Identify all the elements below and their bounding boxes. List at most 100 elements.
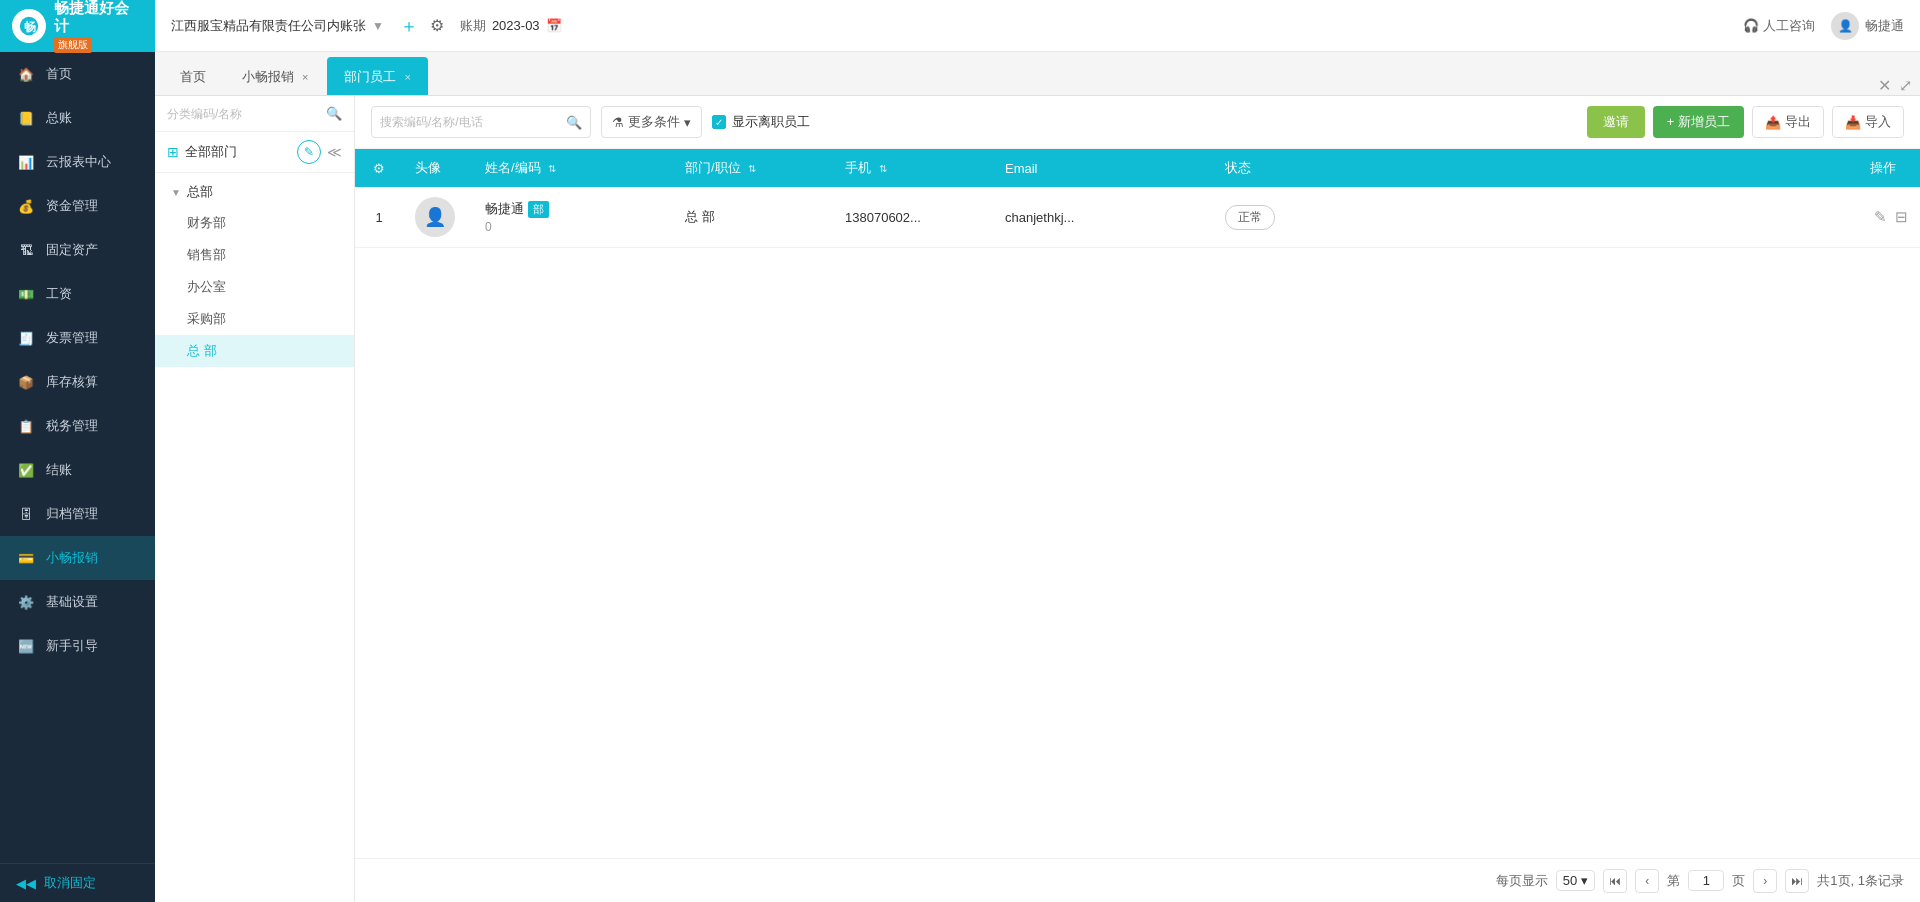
col-avatar-header: 头像 [403, 149, 473, 187]
sidebar-item-inventory[interactable]: 📦 库存核算 [0, 360, 155, 404]
tab-home[interactable]: 首页 [163, 57, 223, 95]
row-actions: ✎ ⊟ [1413, 187, 1920, 248]
pagination-bar: 每页显示 50 ▾ ⏮ ‹ 第 页 › ⏭ 共1页, 1条记录 [355, 858, 1920, 902]
dept-edit-button[interactable]: ✎ [297, 140, 321, 164]
dept-item-finance[interactable]: 财务部 [155, 207, 354, 239]
sidebar-item-archive[interactable]: 🗄 归档管理 [0, 492, 155, 536]
tab-dept-close-icon[interactable]: × [404, 71, 410, 83]
dept-search-bar: 🔍 [155, 96, 354, 132]
sidebar-item-checkout[interactable]: ✅ 结账 [0, 448, 155, 492]
invite-button[interactable]: 邀请 [1587, 106, 1645, 138]
edit-employee-button[interactable]: ✎ [1874, 208, 1887, 226]
employee-search-bar: 🔍 [371, 106, 591, 138]
row-status: 正常 [1213, 187, 1413, 248]
dept-search-input[interactable] [167, 107, 326, 121]
import-button[interactable]: 📥 导入 [1832, 106, 1904, 138]
user-menu[interactable]: 👤 畅捷通 [1831, 12, 1904, 40]
close-tab-button[interactable]: ✕ [1878, 76, 1891, 95]
per-page-arrow-icon: ▾ [1581, 873, 1588, 888]
more-filter-button[interactable]: ⚗ 更多条件 ▾ [601, 106, 702, 138]
row-dept: 总 部 [673, 187, 833, 248]
employee-table-wrapper: ⚙ 头像 姓名/编码 ⇅ 部门/职位 ⇅ [355, 149, 1920, 858]
guide-icon: 🆕 [16, 636, 36, 656]
sidebar-item-reports[interactable]: 📊 云报表中心 [0, 140, 155, 184]
checkout-icon: ✅ [16, 460, 36, 480]
dept-item-office[interactable]: 办公室 [155, 271, 354, 303]
col-name-header[interactable]: 姓名/编码 ⇅ [473, 149, 673, 187]
add-employee-button[interactable]: + 新增员工 [1653, 106, 1744, 138]
col-status-header: 状态 [1213, 149, 1413, 187]
tabs-right-buttons: ✕ ⤢ [1878, 76, 1920, 95]
company-selector[interactable]: 江西服宝精品有限责任公司内账张 ▼ [171, 17, 384, 35]
sidebar-item-expense[interactable]: 💳 小畅报销 [0, 536, 155, 580]
sort-phone-icon: ⇅ [879, 163, 887, 174]
add-company-button[interactable]: ＋ [400, 14, 418, 38]
employee-search-input[interactable] [380, 115, 566, 129]
first-page-button[interactable]: ⏮ [1603, 869, 1627, 893]
sidebar-item-assets[interactable]: 🏗 固定资产 [0, 228, 155, 272]
sidebar-item-ledger[interactable]: 📒 总账 [0, 96, 155, 140]
settings-icon: ⚙️ [16, 592, 36, 612]
dept-item-general[interactable]: 总 部 [155, 335, 354, 367]
reports-icon: 📊 [16, 152, 36, 172]
col-email-header: Email [993, 149, 1213, 187]
employee-avatar: 👤 [415, 197, 455, 237]
prev-page-button[interactable]: ‹ [1635, 869, 1659, 893]
row-name: 畅捷通 部 0 [473, 187, 673, 248]
topbar: 江西服宝精品有限责任公司内账张 ▼ ＋ ⚙ 账期 2023-03 📅 🎧 人工咨… [155, 0, 1920, 52]
user-avatar: 👤 [1831, 12, 1859, 40]
topbar-right: 🎧 人工咨询 👤 畅捷通 [1743, 12, 1904, 40]
col-dept-header[interactable]: 部门/职位 ⇅ [673, 149, 833, 187]
dept-search-icon[interactable]: 🔍 [326, 106, 342, 121]
checkbox-icon [712, 115, 726, 129]
unpin-button[interactable]: ◀◀ 取消固定 [0, 863, 155, 902]
calendar-icon[interactable]: 📅 [546, 18, 562, 33]
row-phone: 138070602... [833, 187, 993, 248]
company-dropdown-icon: ▼ [372, 19, 384, 33]
row-index: 1 [355, 187, 403, 248]
sidebar-item-settings[interactable]: ⚙️ 基础设置 [0, 580, 155, 624]
tab-expense-close-icon[interactable]: × [302, 71, 308, 83]
status-badge: 正常 [1225, 205, 1275, 230]
total-records: 共1页, 1条记录 [1817, 872, 1904, 890]
content-area: 🔍 ⊞ 全部部门 ✎ ≪ ▼ 总部 财务部 销售部 [155, 96, 1920, 902]
dept-collapse-icon[interactable]: ≪ [327, 144, 342, 160]
dept-item-sales[interactable]: 销售部 [155, 239, 354, 271]
tab-expense[interactable]: 小畅报销 × [225, 57, 325, 95]
assets-icon: 🏗 [16, 240, 36, 260]
dept-group-head[interactable]: ▼ 总部 [155, 177, 354, 207]
tabs-bar: 首页 小畅报销 × 部门员工 × ✕ ⤢ [155, 52, 1920, 96]
col-phone-header[interactable]: 手机 ⇅ [833, 149, 993, 187]
expand-tab-button[interactable]: ⤢ [1899, 76, 1912, 95]
next-page-button[interactable]: › [1753, 869, 1777, 893]
table-row: 1 👤 畅捷通 部 0 总 部 [355, 187, 1920, 248]
col-settings[interactable]: ⚙ [355, 149, 403, 187]
page-number-input[interactable] [1688, 870, 1724, 891]
sidebar-item-guide[interactable]: 🆕 新手引导 [0, 624, 155, 668]
sidebar-logo: 畅 畅捷通好会计 旗舰版 [0, 0, 155, 52]
per-page-select[interactable]: 50 ▾ [1556, 870, 1595, 891]
export-button[interactable]: 📤 导出 [1752, 106, 1824, 138]
more-employee-button[interactable]: ⊟ [1895, 208, 1908, 226]
employee-search-icon[interactable]: 🔍 [566, 115, 582, 130]
inventory-icon: 📦 [16, 372, 36, 392]
filter-arrow-icon: ▾ [684, 115, 691, 130]
sidebar-item-salary[interactable]: 💵 工资 [0, 272, 155, 316]
sidebar-item-tax[interactable]: 📋 税务管理 [0, 404, 155, 448]
employee-dept-tag: 部 [528, 201, 549, 218]
filter-icon: ⚗ [612, 115, 624, 130]
export-icon: 📤 [1765, 115, 1781, 130]
tax-icon: 📋 [16, 416, 36, 436]
funds-icon: 💰 [16, 196, 36, 216]
tab-dept-employees[interactable]: 部门员工 × [327, 57, 427, 95]
headset-icon: 🎧 [1743, 18, 1759, 33]
sidebar-item-invoice[interactable]: 🧾 发票管理 [0, 316, 155, 360]
sidebar-item-home[interactable]: 🏠 首页 [0, 52, 155, 96]
last-page-button[interactable]: ⏭ [1785, 869, 1809, 893]
sidebar-item-funds[interactable]: 💰 资金管理 [0, 184, 155, 228]
dept-item-purchase[interactable]: 采购部 [155, 303, 354, 335]
settings-gear-icon[interactable]: ⚙ [430, 16, 444, 35]
employee-panel: 🔍 ⚗ 更多条件 ▾ 显示离职员工 邀请 + 新增员工 [355, 96, 1920, 902]
show-resigned-checkbox[interactable]: 显示离职员工 [712, 113, 810, 131]
service-button[interactable]: 🎧 人工咨询 [1743, 17, 1815, 35]
